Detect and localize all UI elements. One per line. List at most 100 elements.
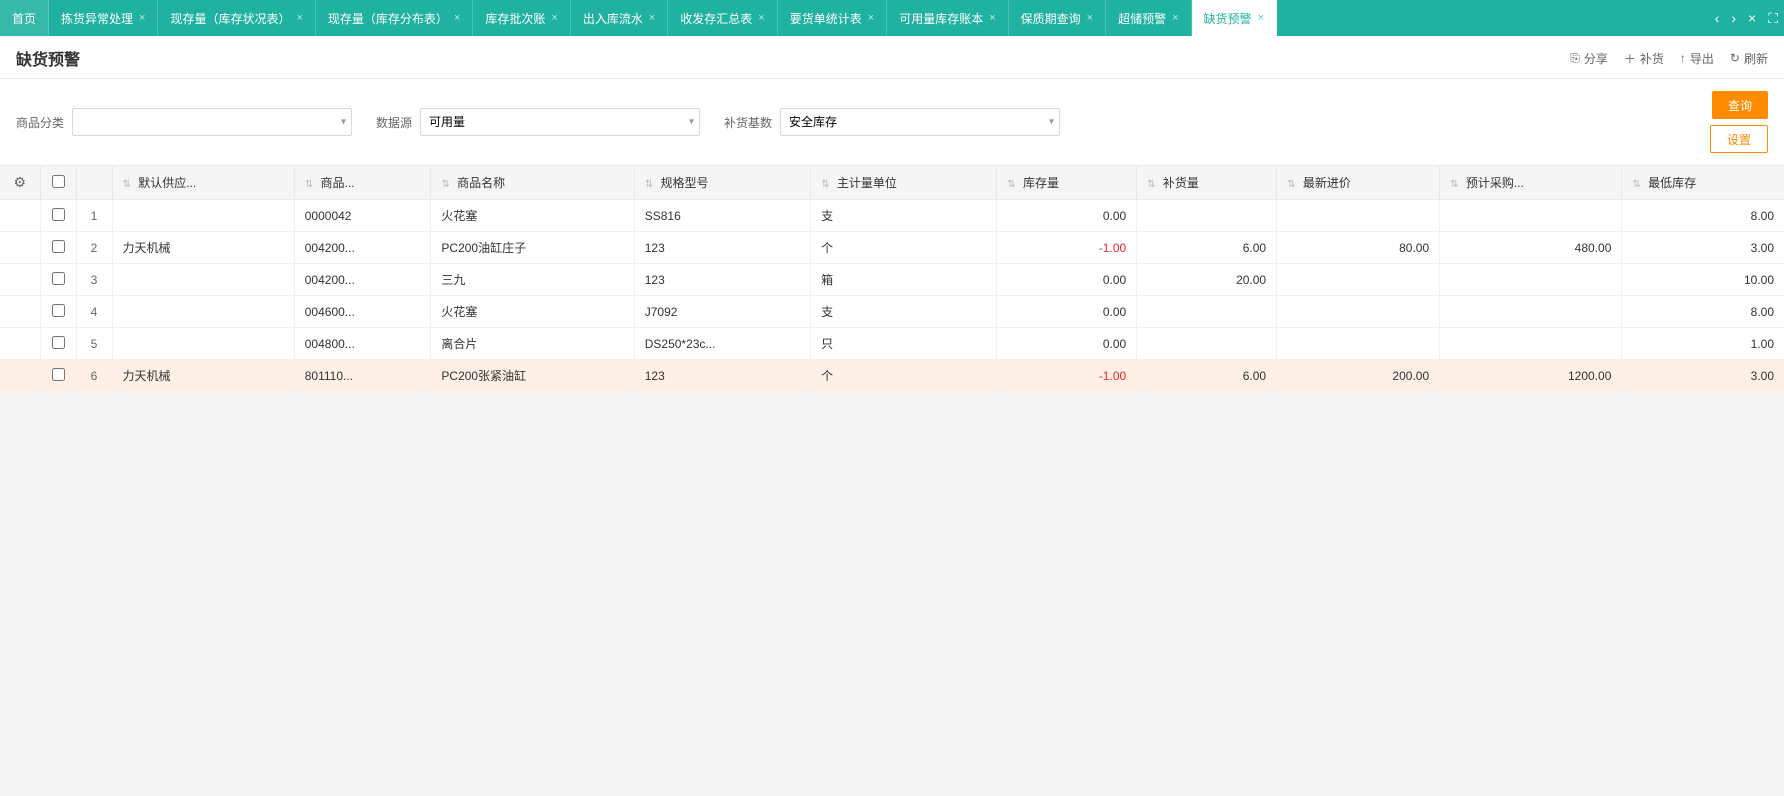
tab-bar: 首页 拣货异常处理 × 现存量（库存状况表） × 现存量（库存分布表） × 库存… [0, 0, 1784, 36]
tab-expiry-close[interactable]: × [1087, 12, 1093, 24]
tab-next-button[interactable]: › [1725, 0, 1742, 36]
table-row: 1 0000042 火花塞 SS816 支 0.00 8.00 [0, 200, 1784, 232]
row-checkbox[interactable] [52, 272, 65, 285]
th-supplier[interactable]: ⇅ 默认供应... [112, 166, 294, 200]
tab-overstock-close[interactable]: × [1172, 12, 1178, 24]
share-button[interactable]: ⎘ 分享 [1570, 50, 1608, 67]
td-product-name: 三九 [431, 264, 634, 296]
page-header: 缺货预警 ⎘ 分享 ＋ 补货 ↑ 导出 ↻ 刷新 [0, 36, 1784, 79]
tab-expiry[interactable]: 保质期查询 × [1009, 0, 1106, 36]
tab-stock-dist-close[interactable]: × [454, 12, 460, 24]
tab-require-close[interactable]: × [868, 12, 874, 24]
tab-inout[interactable]: 出入库流水 × [571, 0, 668, 36]
th-replenish[interactable]: ⇅ 补货量 [1137, 166, 1277, 200]
tab-shortage[interactable]: 缺货预警 × [1192, 0, 1277, 36]
category-select[interactable] [72, 108, 352, 136]
column-settings-button[interactable]: ⚙ [13, 174, 26, 191]
tab-stock-status[interactable]: 现存量（库存状况表） × [158, 0, 315, 36]
tab-collect[interactable]: 收发存汇总表 × [668, 0, 777, 36]
td-stock: 0.00 [997, 328, 1137, 360]
tab-exception[interactable]: 拣货异常处理 × [49, 0, 158, 36]
th-stock[interactable]: ⇅ 库存量 [997, 166, 1137, 200]
td-supplier [112, 328, 294, 360]
row-checkbox[interactable] [52, 336, 65, 349]
tab-batch-close[interactable]: × [551, 12, 557, 24]
tab-stock-status-close[interactable]: × [296, 12, 302, 24]
th-product-code[interactable]: ⇅ 商品... [294, 166, 431, 200]
th-product-name[interactable]: ⇅ 商品名称 [431, 166, 634, 200]
tab-exception-close[interactable]: × [139, 12, 145, 24]
replenish-label: 补货 [1640, 50, 1664, 67]
td-product-code: 0000042 [294, 200, 431, 232]
refresh-button[interactable]: ↻ 刷新 [1730, 50, 1768, 67]
tab-home[interactable]: 首页 [0, 0, 49, 36]
tab-available[interactable]: 可用量库存账本 × [887, 0, 1008, 36]
category-filter-group: 商品分类 ▾ [16, 108, 352, 136]
td-supplier [112, 264, 294, 296]
tab-prev-button[interactable]: ‹ [1709, 0, 1726, 36]
tab-inout-close[interactable]: × [649, 12, 655, 24]
tab-stock-dist[interactable]: 现存量（库存分布表） × [316, 0, 473, 36]
latest-price-sort-icon: ⇅ [1287, 179, 1295, 190]
td-num: 6 [76, 360, 112, 392]
row-checkbox[interactable] [52, 208, 65, 221]
tab-require[interactable]: 要货单统计表 × [778, 0, 887, 36]
tab-shortage-close[interactable]: × [1258, 12, 1264, 24]
tab-close-all-button[interactable]: × [1742, 0, 1762, 36]
row-checkbox[interactable] [52, 240, 65, 253]
td-stock: 0.00 [997, 200, 1137, 232]
filter-actions: 查询 设置 [1710, 91, 1768, 153]
settings-button[interactable]: 设置 [1710, 125, 1768, 153]
th-min-stock[interactable]: ⇅ 最低库存 [1622, 166, 1784, 200]
replenish-base-select[interactable]: 安全库存 最低库存 [780, 108, 1060, 136]
th-est-purchase-label: 预计采购... [1466, 176, 1524, 190]
tab-overstock[interactable]: 超储预警 × [1106, 0, 1191, 36]
table-row: 2 力天机械 004200... PC200油缸庄子 123 个 -1.00 6… [0, 232, 1784, 264]
refresh-icon: ↻ [1730, 51, 1740, 65]
td-product-code: 801110... [294, 360, 431, 392]
th-unit-label: 主计量单位 [837, 176, 897, 190]
th-latest-price[interactable]: ⇅ 最新进价 [1277, 166, 1440, 200]
th-unit[interactable]: ⇅ 主计量单位 [811, 166, 997, 200]
th-product-name-label: 商品名称 [457, 176, 505, 190]
td-unit: 个 [811, 360, 997, 392]
td-spec: J7092 [634, 296, 810, 328]
td-supplier: 力天机械 [112, 232, 294, 264]
td-unit: 支 [811, 200, 997, 232]
export-button[interactable]: ↑ 导出 [1680, 50, 1714, 67]
replenish-base-label: 补货基数 [724, 114, 772, 131]
th-checkbox [40, 166, 76, 200]
td-latest-price [1277, 264, 1440, 296]
tab-batch[interactable]: 库存批次账 × [473, 0, 570, 36]
th-est-purchase[interactable]: ⇅ 预计采购... [1440, 166, 1622, 200]
row-checkbox[interactable] [52, 368, 65, 381]
table-row: 6 力天机械 801110... PC200张紧油缸 123 个 -1.00 6… [0, 360, 1784, 392]
tab-fullscreen-button[interactable]: ⛶ [1762, 0, 1784, 36]
td-unit: 箱 [811, 264, 997, 296]
tab-collect-label: 收发存汇总表 [680, 10, 752, 27]
td-gear [0, 264, 40, 296]
td-unit: 支 [811, 296, 997, 328]
td-checkbox [40, 360, 76, 392]
th-replenish-label: 补货量 [1163, 176, 1199, 190]
th-spec[interactable]: ⇅ 规格型号 [634, 166, 810, 200]
row-checkbox[interactable] [52, 304, 65, 317]
tab-shortage-label: 缺货预警 [1204, 10, 1252, 27]
refresh-label: 刷新 [1744, 50, 1768, 67]
tab-available-close[interactable]: × [989, 12, 995, 24]
select-all-checkbox[interactable] [52, 175, 65, 188]
tab-collect-close[interactable]: × [758, 12, 764, 24]
datasource-select[interactable]: 可用量 库存量 [420, 108, 700, 136]
td-checkbox [40, 296, 76, 328]
td-product-name: 火花塞 [431, 296, 634, 328]
tab-nav-buttons: ‹ › × ⛶ [1709, 0, 1784, 36]
query-button[interactable]: 查询 [1712, 91, 1768, 119]
product-code-sort-icon: ⇅ [305, 179, 313, 190]
th-num [76, 166, 112, 200]
td-supplier [112, 296, 294, 328]
replenish-button[interactable]: ＋ 补货 [1624, 50, 1664, 67]
td-supplier [112, 200, 294, 232]
td-latest-price [1277, 328, 1440, 360]
td-gear [0, 232, 40, 264]
td-product-code: 004200... [294, 232, 431, 264]
